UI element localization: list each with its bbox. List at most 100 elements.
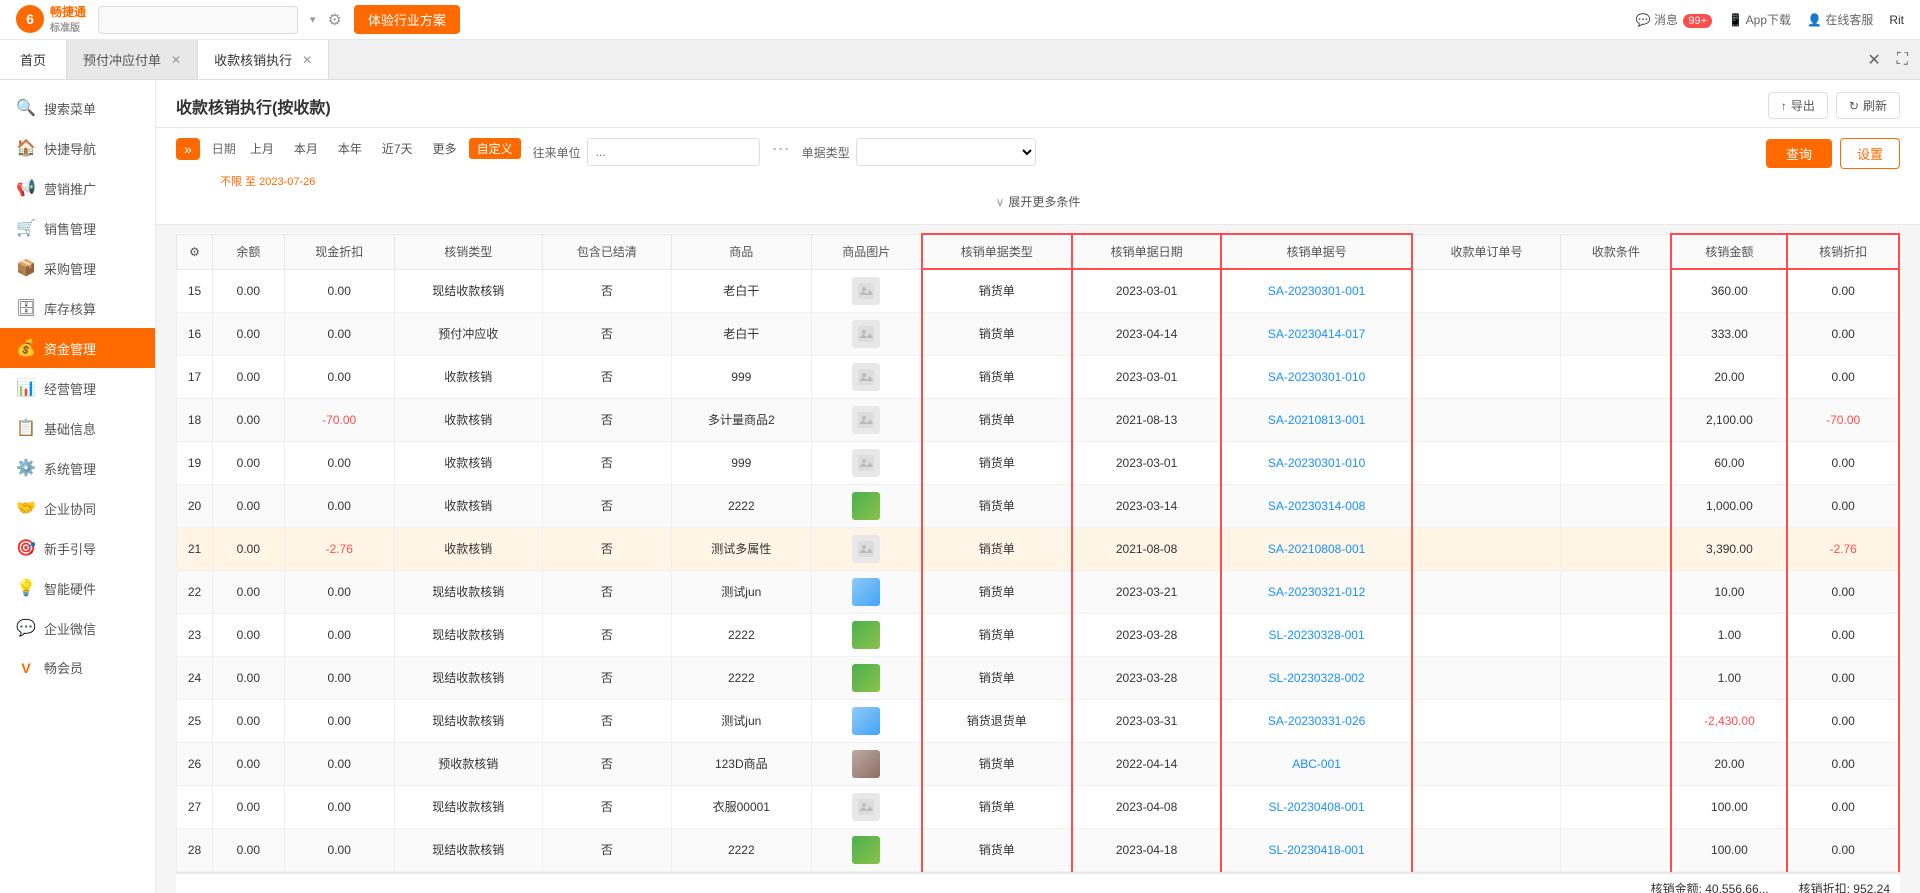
- bill-no-link[interactable]: SL-20230408-001: [1269, 800, 1365, 814]
- cell-bill-no[interactable]: SA-20230331-026: [1221, 699, 1411, 742]
- cell-product: 999: [671, 441, 811, 484]
- counterparty-input[interactable]: [587, 138, 760, 166]
- cell-product-img: [811, 828, 922, 871]
- cell-payment-cond: [1561, 742, 1672, 785]
- search-dropdown-arrow[interactable]: ▾: [310, 13, 316, 26]
- bill-no-link[interactable]: SA-20230321-012: [1268, 585, 1365, 599]
- settings-button[interactable]: 设置: [1840, 138, 1900, 169]
- cell-bill-date: 2023-03-01: [1072, 441, 1222, 484]
- cell-bill-no[interactable]: SA-20230414-017: [1221, 312, 1411, 355]
- tab-home[interactable]: 首页: [0, 40, 67, 79]
- app-download-link[interactable]: 📱 App下载: [1728, 11, 1791, 28]
- export-button[interactable]: ↑ 导出: [1768, 92, 1828, 119]
- date-btn-this-year[interactable]: 本年: [330, 138, 370, 159]
- bill-no-link[interactable]: ABC-001: [1292, 757, 1341, 771]
- sidebar-item-inventory[interactable]: 🗄 库存核算: [0, 288, 155, 328]
- refresh-button[interactable]: ↻ 刷新: [1836, 92, 1900, 119]
- user-name[interactable]: Rit: [1889, 13, 1904, 27]
- sidebar-item-hardware[interactable]: 💡 智能硬件: [0, 568, 155, 608]
- col-cash-discount: 现金折扣: [284, 234, 394, 269]
- sidebar-item-finance[interactable]: 💰 资金管理: [0, 328, 155, 368]
- sidebar-item-member[interactable]: V 畅会员: [0, 648, 155, 687]
- cell-bill-no[interactable]: SA-20230301-010: [1221, 355, 1411, 398]
- cell-amount: 20.00: [1671, 355, 1787, 398]
- industry-solution-button[interactable]: 体验行业方案: [354, 5, 460, 34]
- cell-type: 现结收款核销: [394, 269, 542, 312]
- date-btn-more[interactable]: 更多: [425, 138, 465, 159]
- cell-discount: 0.00: [1787, 269, 1899, 312]
- sidebar-label-marketing: 营销推广: [44, 179, 96, 198]
- sidebar-item-guide[interactable]: 🎯 新手引导: [0, 528, 155, 568]
- cell-settled: 否: [542, 828, 671, 871]
- query-button[interactable]: 查询: [1766, 139, 1832, 168]
- tab-maximize-button[interactable]: ⛶: [1893, 47, 1912, 73]
- cell-bill-type: 销货单: [922, 312, 1072, 355]
- cell-bill-no[interactable]: SL-20230328-001: [1221, 613, 1411, 656]
- top-search-input[interactable]: [98, 6, 298, 34]
- date-btn-this-month[interactable]: 本月: [286, 138, 326, 159]
- sidebar-item-basic[interactable]: 📋 基础信息: [0, 408, 155, 448]
- bill-no-link[interactable]: SA-20210813-001: [1268, 413, 1365, 427]
- tab-close-all-button[interactable]: ✕: [1863, 46, 1884, 74]
- date-btn-custom[interactable]: 自定义: [469, 138, 521, 159]
- bill-no-link[interactable]: SL-20230418-001: [1269, 843, 1365, 857]
- tab-collection-close[interactable]: ✕: [302, 53, 312, 67]
- gear-icon[interactable]: ⚙: [328, 10, 342, 30]
- message-link[interactable]: 💬 消息 99+: [1636, 11, 1712, 28]
- cell-cash-discount: -70.00: [284, 398, 394, 441]
- tab-prepayment-close[interactable]: ✕: [171, 53, 181, 67]
- bill-no-link[interactable]: SA-20230301-010: [1268, 456, 1365, 470]
- cell-bill-date: 2023-03-01: [1072, 269, 1222, 312]
- sidebar-label-nav: 快捷导航: [44, 139, 96, 158]
- cell-bill-no[interactable]: SA-20230321-012: [1221, 570, 1411, 613]
- tab-prepayment[interactable]: 预付冲应付单 ✕: [67, 40, 198, 79]
- cell-bill-no[interactable]: SA-20210813-001: [1221, 398, 1411, 441]
- sidebar-item-purchase[interactable]: 📦 采购管理: [0, 248, 155, 288]
- sidebar-item-search[interactable]: 🔍 搜索菜单: [0, 88, 155, 128]
- cell-bill-no[interactable]: SL-20230408-001: [1221, 785, 1411, 828]
- bill-no-link[interactable]: SA-20230301-010: [1268, 370, 1365, 384]
- table-container[interactable]: ⚙ 余额 现金折扣 核销类型 包含已结清 商品 商品图片 核销单据类型 核销单据…: [156, 233, 1920, 893]
- cell-bill-no[interactable]: SA-20230301-001: [1221, 269, 1411, 312]
- cell-bill-no[interactable]: SA-20230301-010: [1221, 441, 1411, 484]
- cell-balance: 0.00: [213, 355, 285, 398]
- sidebar-item-system[interactable]: ⚙️ 系统管理: [0, 448, 155, 488]
- cell-bill-no[interactable]: ABC-001: [1221, 742, 1411, 785]
- bill-no-link[interactable]: SA-20230314-008: [1268, 499, 1365, 513]
- cell-bill-type: 销货单: [922, 398, 1072, 441]
- cell-id: 20: [177, 484, 213, 527]
- bill-no-link[interactable]: SA-20230331-026: [1268, 714, 1365, 728]
- date-btn-7days[interactable]: 近7天: [374, 138, 421, 159]
- bill-no-link[interactable]: SA-20230301-001: [1268, 284, 1365, 298]
- bill-no-link[interactable]: SA-20230414-017: [1268, 327, 1365, 341]
- sidebar-item-nav[interactable]: 🏠 快捷导航: [0, 128, 155, 168]
- online-service-link[interactable]: 👤 在线客服: [1807, 11, 1873, 28]
- cell-discount: 0.00: [1787, 441, 1899, 484]
- bill-no-link[interactable]: SL-20230328-001: [1269, 628, 1365, 642]
- sidebar-item-wechat[interactable]: 💬 企业微信: [0, 608, 155, 648]
- footer-discount-label: 核销折扣:: [1799, 882, 1854, 893]
- cell-product-img: [811, 785, 922, 828]
- table-row: 15 0.00 0.00 现结收款核销 否 老白干 销货单 2023-03-01…: [177, 269, 1900, 312]
- cell-bill-no[interactable]: SL-20230418-001: [1221, 828, 1411, 871]
- sidebar-item-marketing[interactable]: 📢 营销推广: [0, 168, 155, 208]
- sidebar-item-collab[interactable]: 🤝 企业协同: [0, 488, 155, 528]
- cell-bill-no[interactable]: SA-20210808-001: [1221, 527, 1411, 570]
- cell-balance: 0.00: [213, 699, 285, 742]
- col-settings[interactable]: ⚙: [177, 234, 213, 269]
- sidebar-item-sales[interactable]: 🛒 销售管理: [0, 208, 155, 248]
- cell-bill-no[interactable]: SA-20230314-008: [1221, 484, 1411, 527]
- col-discount: 核销折扣: [1787, 234, 1899, 269]
- filter-collapse-btn[interactable]: »: [176, 138, 200, 160]
- col-payment-cond: 收款条件: [1561, 234, 1672, 269]
- cell-type: 预付冲应收: [394, 312, 542, 355]
- cell-bill-no[interactable]: SL-20230328-002: [1221, 656, 1411, 699]
- bill-type-select[interactable]: [856, 138, 1036, 166]
- sidebar-item-operation[interactable]: 📊 经营管理: [0, 368, 155, 408]
- cell-id: 19: [177, 441, 213, 484]
- expand-more-btn[interactable]: ∨ 展开更多条件: [176, 189, 1900, 214]
- date-btn-last-month[interactable]: 上月: [242, 138, 282, 159]
- bill-no-link[interactable]: SA-20210808-001: [1268, 542, 1365, 556]
- tab-collection[interactable]: 收款核销执行 ✕: [198, 40, 329, 79]
- bill-no-link[interactable]: SL-20230328-002: [1269, 671, 1365, 685]
